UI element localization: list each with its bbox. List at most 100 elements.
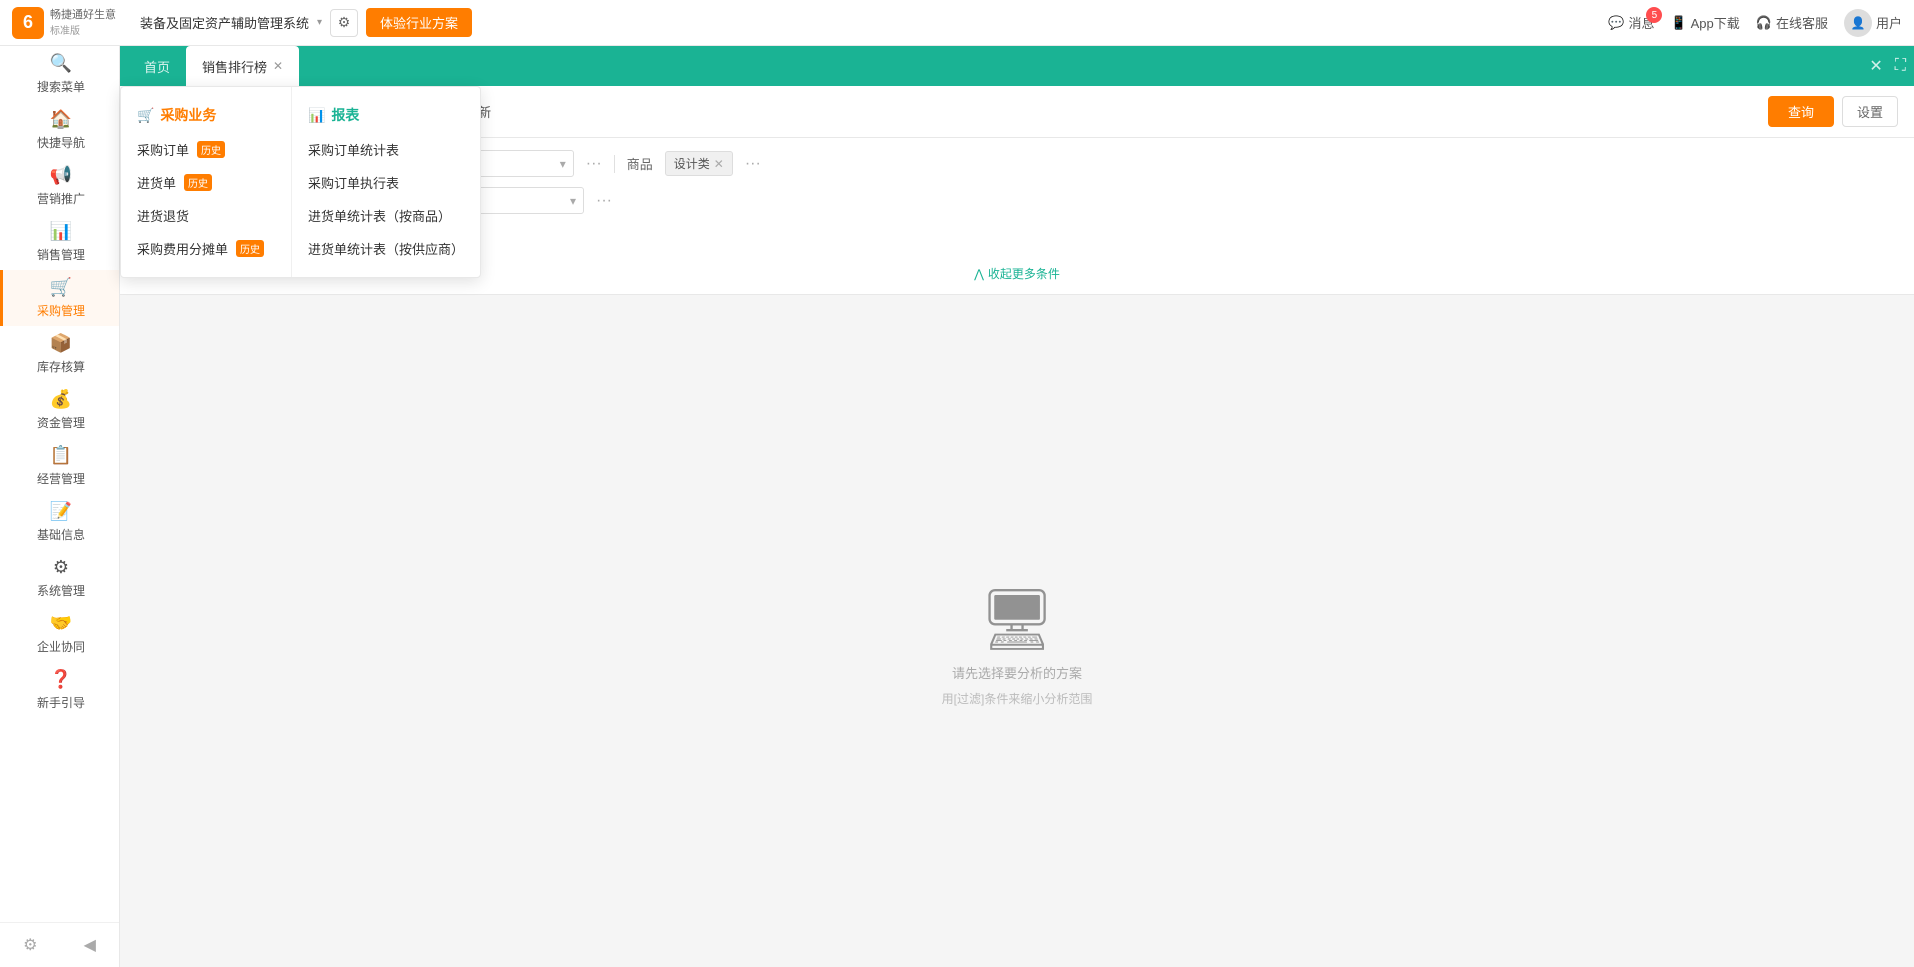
dropdown-item-goods-stat-by-supplier[interactable]: 进货单统计表（按供应商） <box>292 232 480 265</box>
product-label: 商品 <box>627 154 653 173</box>
history-badge-purchase-expense: 历史 <box>236 240 264 257</box>
sidebar-item-system[interactable]: ⚙ 系统管理 <box>0 550 119 606</box>
system-title: 装备及固定资产辅助管理系统 <box>140 13 309 32</box>
product-more-dots[interactable]: ··· <box>745 155 761 173</box>
app-download-button[interactable]: 📱 App下载 <box>1670 13 1739 32</box>
dropdown-item-purchase-order-stat[interactable]: 采购订单统计表 <box>292 133 480 166</box>
tab-minimize-icon[interactable]: ✕ <box>1869 56 1882 76</box>
sidebar-item-label-system: 系统管理 <box>37 582 85 599</box>
empty-state: 🖥 请先选择要分析的方案 用[过滤]条件来缩小分析范围 <box>120 295 1914 967</box>
logo-main-text: 畅捷通好生意 <box>50 8 116 22</box>
operations-icon: 📋 <box>50 445 72 466</box>
tab-maximize-icon[interactable]: ⛶ <box>1895 57 1906 75</box>
header-middle: 装备及固定资产辅助管理系统 ▾ ⚙ 体验行业方案 <box>132 8 1608 37</box>
logo-text-block: 畅捷通好生意 标准版 <box>50 8 116 37</box>
sidebar-item-operations[interactable]: 📋 经营管理 <box>0 438 119 494</box>
sidebar-item-enterprise[interactable]: 🤝 企业协同 <box>0 606 119 662</box>
purchase-business-header-label: 采购业务 <box>160 105 216 125</box>
message-button[interactable]: 💬 消息 5 <box>1608 13 1654 32</box>
sidebar-item-inventory[interactable]: 📦 库存核算 <box>0 326 119 382</box>
system-icon: ⚙ <box>53 557 69 578</box>
purchase-icon: 🛒 <box>50 277 72 298</box>
logo-sub-text: 标准版 <box>50 22 116 37</box>
online-service-label: 在线客服 <box>1776 13 1828 32</box>
collapse-label: 收起更多条件 <box>988 265 1060 282</box>
sidebar-item-label-enterprise: 企业协同 <box>37 638 85 655</box>
purchase-business-col: 🛒 采购业务 采购订单 历史 进货单 历史 进货退货 采购费用分摊单 历史 <box>121 87 291 277</box>
empty-illustration: 🖥 <box>979 584 1055 655</box>
history-badge-purchase-goods: 历史 <box>184 174 212 191</box>
inventory-icon: 📦 <box>50 333 72 354</box>
sidebar-item-label-purchase: 采购管理 <box>37 302 85 319</box>
dropdown-item-label-po-exec: 采购订单执行表 <box>308 173 399 192</box>
sidebar-item-label-quick-nav: 快捷导航 <box>37 134 85 151</box>
sidebar: 🔍 搜索菜单 🏠 快捷导航 📢 营销推广 📊 销售管理 🛒 采购管理 📦 库存核… <box>0 46 120 967</box>
staff-more-dots[interactable]: ··· <box>596 192 612 210</box>
collapse-icon: ⋀ <box>974 267 984 281</box>
empty-hint-2: 用[过滤]条件来缩小分析范围 <box>942 690 1093 707</box>
collapse-sidebar-icon[interactable]: ◀ <box>84 935 96 955</box>
industry-button[interactable]: 体验行业方案 <box>366 8 472 37</box>
sidebar-item-marketing[interactable]: 📢 营销推广 <box>0 158 119 214</box>
sidebar-item-quick-nav[interactable]: 🏠 快捷导航 <box>0 102 119 158</box>
tab-close-icon[interactable]: ✕ <box>273 59 283 73</box>
product-tag-close-icon[interactable]: ✕ <box>714 157 724 171</box>
dropdown-item-label-purchase-order: 采购订单 <box>137 140 189 159</box>
collapse-filters-button[interactable]: ⋀ 收起更多条件 <box>974 265 1060 282</box>
sidebar-item-sales[interactable]: 📊 销售管理 <box>0 214 119 270</box>
marketing-icon: 📢 <box>50 165 72 186</box>
sidebar-item-label-marketing: 营销推广 <box>37 190 85 207</box>
report-header-icon: 📊 <box>308 107 325 124</box>
dropdown-item-label-purchase-expense: 采购费用分摊单 <box>137 239 228 258</box>
dropdown-item-label-gs-product: 进货单统计表（按商品） <box>308 206 451 225</box>
purchase-business-header-icon: 🛒 <box>137 107 154 124</box>
sidebar-item-guide[interactable]: ❓ 新手引导 <box>0 662 119 718</box>
sidebar-item-label-sales: 销售管理 <box>37 246 85 263</box>
logo-icon: 6 <box>12 7 44 39</box>
report-col: 📊 报表 采购订单统计表 采购订单执行表 进货单统计表（按商品） 进货单统计表（… <box>291 87 480 277</box>
app-download-label: App下载 <box>1691 13 1740 32</box>
tab-home[interactable]: 首页 <box>128 46 186 86</box>
product-tag-label: 设计类 <box>674 155 710 172</box>
dropdown-item-purchase-expense[interactable]: 采购费用分摊单 历史 <box>121 232 291 265</box>
sidebar-item-basic-info[interactable]: 📝 基础信息 <box>0 494 119 550</box>
basic-info-icon: 📝 <box>50 501 72 522</box>
dropdown-item-purchase-order[interactable]: 采购订单 历史 <box>121 133 291 166</box>
sidebar-item-label-search: 搜索菜单 <box>37 78 85 95</box>
search-icon: 🔍 <box>50 53 72 74</box>
report-col-header: 📊 报表 <box>292 99 480 133</box>
sidebar-bottom: ⚙ ◀ <box>0 922 119 967</box>
sidebar-item-purchase[interactable]: 🛒 采购管理 <box>0 270 119 326</box>
guide-icon: ❓ <box>50 669 72 690</box>
message-icon: 💬 <box>1608 15 1624 31</box>
system-dropdown-arrow[interactable]: ▾ <box>317 17 322 28</box>
header-right: 💬 消息 5 📱 App下载 🎧 在线客服 👤 用户 <box>1608 9 1902 37</box>
sidebar-item-search[interactable]: 🔍 搜索菜单 <box>0 46 119 102</box>
report-header-label: 报表 <box>331 105 359 125</box>
settings-button[interactable]: 设置 <box>1842 96 1898 127</box>
dropdown-item-label-purchase-goods: 进货单 <box>137 173 176 192</box>
tab-bar-right: ✕ ⛶ <box>1869 56 1906 76</box>
avatar: 👤 <box>1844 9 1872 37</box>
finance-icon: 💰 <box>50 389 72 410</box>
purchase-dropdown-menu: 🛒 采购业务 采购订单 历史 进货单 历史 进货退货 采购费用分摊单 历史 📊 … <box>120 86 481 278</box>
dropdown-item-label-po-stat: 采购订单统计表 <box>308 140 399 159</box>
history-badge-purchase-order: 历史 <box>197 141 225 158</box>
phone-icon: 📱 <box>1670 15 1686 31</box>
product-tag: 设计类 ✕ <box>665 151 733 176</box>
tab-sales-ranking[interactable]: 销售排行榜 ✕ <box>186 46 299 86</box>
dropdown-item-return-goods[interactable]: 进货退货 <box>121 199 291 232</box>
bill-status-more-dots[interactable]: ··· <box>586 155 602 173</box>
online-service-button[interactable]: 🎧 在线客服 <box>1756 13 1828 32</box>
user-button[interactable]: 👤 用户 <box>1844 9 1902 37</box>
dropdown-item-goods-stat-by-product[interactable]: 进货单统计表（按商品） <box>292 199 480 232</box>
sidebar-item-finance[interactable]: 💰 资金管理 <box>0 382 119 438</box>
tab-sales-ranking-label: 销售排行榜 <box>202 57 267 76</box>
dropdown-item-purchase-goods[interactable]: 进货单 历史 <box>121 166 291 199</box>
dropdown-item-label-gs-supplier: 进货单统计表（按供应商） <box>308 239 464 258</box>
user-label: 用户 <box>1876 13 1902 32</box>
dropdown-item-purchase-order-exec[interactable]: 采购订单执行表 <box>292 166 480 199</box>
gear-button[interactable]: ⚙ <box>330 9 358 37</box>
query-button[interactable]: 查询 <box>1768 96 1834 127</box>
settings-bottom-icon[interactable]: ⚙ <box>23 935 37 955</box>
